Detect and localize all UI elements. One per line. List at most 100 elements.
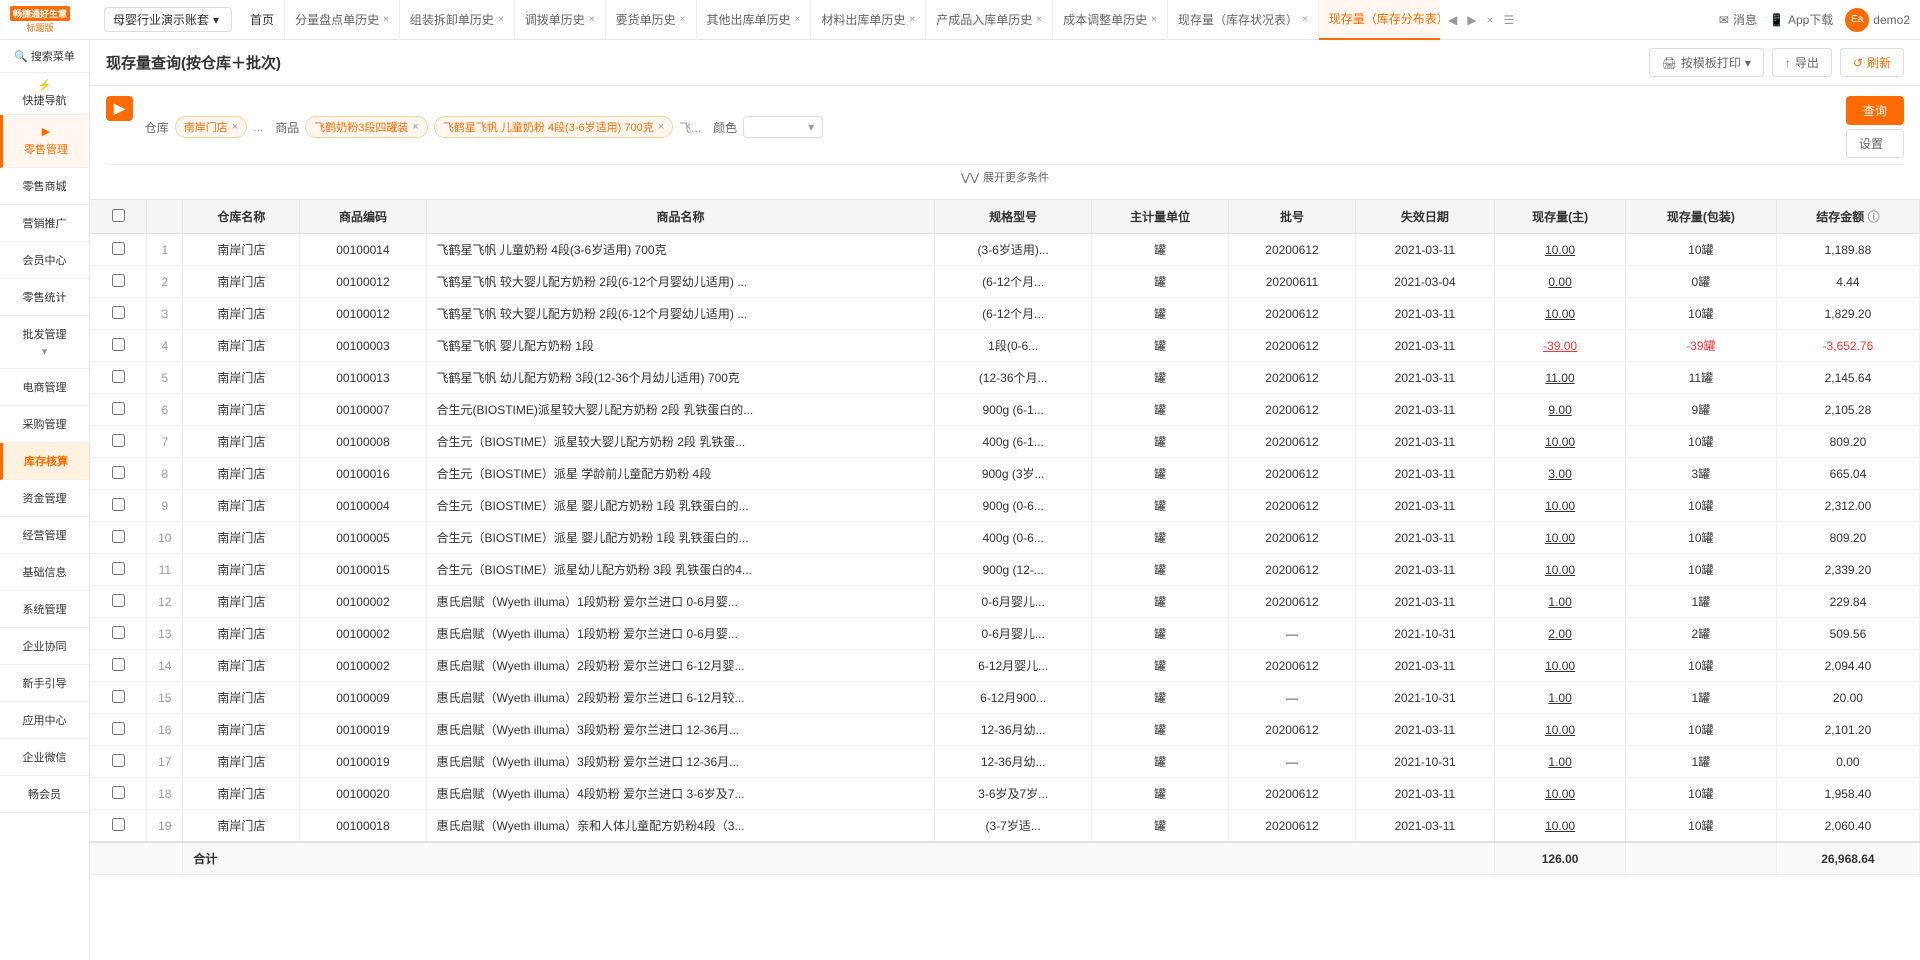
- tab-home[interactable]: 首页: [240, 0, 285, 40]
- tab-close-btn[interactable]: ×: [1483, 13, 1498, 27]
- query-btn[interactable]: 查询: [1846, 96, 1904, 125]
- tab-6[interactable]: 材料出库单历史 ×: [811, 0, 926, 40]
- tab-1[interactable]: 分量盘点单历史 ×: [285, 0, 400, 40]
- row-qty-main[interactable]: 9.00: [1495, 394, 1626, 426]
- filter-expand-btn[interactable]: ▶: [106, 96, 133, 121]
- sidebar-item-inventory[interactable]: 库存核算: [0, 443, 89, 480]
- row-qty-main[interactable]: 10.00: [1495, 490, 1626, 522]
- row-checkbox[interactable]: [90, 426, 147, 458]
- tab-5[interactable]: 其他出库单历史 ×: [697, 0, 812, 40]
- message-btn[interactable]: ✉ 消息: [1719, 11, 1757, 28]
- sidebar-item-purchase[interactable]: 采购管理: [0, 406, 89, 443]
- row-checkbox[interactable]: [90, 746, 147, 778]
- sidebar-item-app-center[interactable]: 应用中心: [0, 702, 89, 739]
- row-expire: 2021-03-11: [1355, 234, 1495, 266]
- user-area[interactable]: Ea demo2: [1845, 8, 1910, 32]
- row-qty-main[interactable]: -39.00: [1495, 330, 1626, 362]
- row-qty-main[interactable]: 11.00: [1495, 362, 1626, 394]
- row-qty-main[interactable]: 3.00: [1495, 458, 1626, 490]
- sidebar-search[interactable]: 🔍 搜索菜单: [0, 40, 89, 73]
- sidebar-item-wholesale[interactable]: 批发管理 ▾: [0, 316, 89, 369]
- sidebar-item-retail-stats[interactable]: 零售统计: [0, 279, 89, 316]
- sidebar-item-basic-info[interactable]: 基础信息: [0, 554, 89, 591]
- row-checkbox[interactable]: [90, 490, 147, 522]
- select-all-checkbox[interactable]: [112, 209, 125, 222]
- row-qty-main[interactable]: 10.00: [1495, 554, 1626, 586]
- row-checkbox[interactable]: [90, 810, 147, 843]
- row-checkbox[interactable]: [90, 394, 147, 426]
- sidebar-item-member-card[interactable]: 畅会员: [0, 776, 89, 813]
- sidebar-item-system[interactable]: 系统管理: [0, 591, 89, 628]
- sidebar-item-ecommerce[interactable]: 电商管理: [0, 369, 89, 406]
- row-qty-main[interactable]: 10.00: [1495, 810, 1626, 843]
- sidebar-item-member[interactable]: 会员中心: [0, 242, 89, 279]
- row-checkbox[interactable]: [90, 330, 147, 362]
- row-checkbox[interactable]: [90, 266, 147, 298]
- row-checkbox[interactable]: [90, 522, 147, 554]
- row-name: 飞鹤星飞帆 较大婴儿配方奶粉 2段(6-12个月婴幼儿适用) ...: [426, 266, 935, 298]
- export-btn[interactable]: ↑ 导出: [1772, 48, 1832, 77]
- row-qty-main[interactable]: 0.00: [1495, 266, 1626, 298]
- tab-menu-btn[interactable]: ☰: [1500, 13, 1519, 27]
- row-checkbox[interactable]: [90, 778, 147, 810]
- product-tag-2-remove[interactable]: ×: [658, 121, 664, 133]
- row-qty-main[interactable]: 1.00: [1495, 682, 1626, 714]
- tab-next-btn[interactable]: ▶: [1463, 13, 1480, 27]
- col-checkbox[interactable]: [90, 200, 147, 234]
- sidebar-item-weixin[interactable]: 企业微信: [0, 739, 89, 776]
- row-qty-main[interactable]: 2.00: [1495, 618, 1626, 650]
- company-selector[interactable]: 母婴行业演示账套 ▾: [104, 7, 232, 32]
- row-checkbox[interactable]: [90, 362, 147, 394]
- row-checkbox[interactable]: [90, 650, 147, 682]
- tab-8[interactable]: 成本调整单历史 ×: [1053, 0, 1168, 40]
- product-tag-2[interactable]: 飞鹤星飞帆 儿童奶粉 4段(3-6岁适用) 700克 ×: [434, 116, 673, 138]
- tab-7[interactable]: 产成品入库单历史 ×: [926, 0, 1053, 40]
- row-checkbox[interactable]: [90, 234, 147, 266]
- row-qty-main[interactable]: 1.00: [1495, 746, 1626, 778]
- row-checkbox[interactable]: [90, 618, 147, 650]
- tab-9[interactable]: 现存量（库存状况表） ×: [1168, 0, 1319, 40]
- table-area[interactable]: 仓库名称 商品编码 商品名称 规格型号 主计量单位 批号 失效日期 现存量(主)…: [90, 200, 1920, 960]
- sidebar-item-marketing[interactable]: 营销推广: [0, 205, 89, 242]
- row-checkbox[interactable]: [90, 586, 147, 618]
- tab-3[interactable]: 调拨单历史 ×: [515, 0, 606, 40]
- sidebar-item-retail-mall[interactable]: 零售商城: [0, 168, 89, 205]
- row-qty-main[interactable]: 1.00: [1495, 586, 1626, 618]
- row-checkbox[interactable]: [90, 298, 147, 330]
- tab-10[interactable]: 现存量（库存分布表） ×: [1319, 0, 1440, 40]
- row-expire: 2021-03-11: [1355, 554, 1495, 586]
- print-btn[interactable]: 🖨 按模板打印 ▾: [1649, 48, 1764, 77]
- warehouse-more[interactable]: ...: [253, 120, 263, 134]
- settings-btn[interactable]: 设置: [1846, 129, 1904, 158]
- row-checkbox[interactable]: [90, 458, 147, 490]
- sidebar-item-operations[interactable]: 经营管理: [0, 517, 89, 554]
- product-tag-1-remove[interactable]: ×: [412, 121, 418, 133]
- refresh-btn[interactable]: ↺ 刷新: [1840, 48, 1904, 77]
- product-more[interactable]: 飞...: [679, 119, 701, 136]
- row-checkbox[interactable]: [90, 714, 147, 746]
- row-qty-main[interactable]: 10.00: [1495, 778, 1626, 810]
- row-qty-main[interactable]: 10.00: [1495, 650, 1626, 682]
- sidebar-item-collaboration[interactable]: 企业协同: [0, 628, 89, 665]
- tab-4[interactable]: 要货单历史 ×: [606, 0, 697, 40]
- row-qty-main[interactable]: 10.00: [1495, 426, 1626, 458]
- tab-2[interactable]: 组装拆卸单历史 ×: [400, 0, 515, 40]
- warehouse-tag[interactable]: 南岸门店 ×: [175, 116, 247, 138]
- expand-more-btn[interactable]: ⋁⋁ 展开更多条件: [106, 164, 1904, 189]
- sidebar-quick-nav[interactable]: ⚡ 快捷导航: [0, 73, 89, 115]
- product-tag-1[interactable]: 飞鹤奶粉3段四罐装 ×: [305, 116, 428, 138]
- row-qty-main[interactable]: 10.00: [1495, 714, 1626, 746]
- row-checkbox[interactable]: [90, 682, 147, 714]
- color-select[interactable]: ▾: [743, 116, 823, 138]
- row-qty-main[interactable]: 10.00: [1495, 522, 1626, 554]
- tab-prev-btn[interactable]: ◀: [1444, 13, 1461, 27]
- sidebar-item-finance[interactable]: 资金管理: [0, 480, 89, 517]
- sidebar-item-retail-mgmt[interactable]: ▶ 零售管理: [0, 115, 89, 168]
- app-download-btn[interactable]: 📱 App下载: [1769, 11, 1833, 28]
- sidebar-item-guide[interactable]: 新手引导: [0, 665, 89, 702]
- row-qty-main[interactable]: 10.00: [1495, 298, 1626, 330]
- warehouse-remove-btn[interactable]: ×: [232, 121, 238, 133]
- row-qty-main[interactable]: 10.00: [1495, 234, 1626, 266]
- row-checkbox[interactable]: [90, 554, 147, 586]
- amount-info-icon[interactable]: ⓘ: [1868, 210, 1880, 224]
